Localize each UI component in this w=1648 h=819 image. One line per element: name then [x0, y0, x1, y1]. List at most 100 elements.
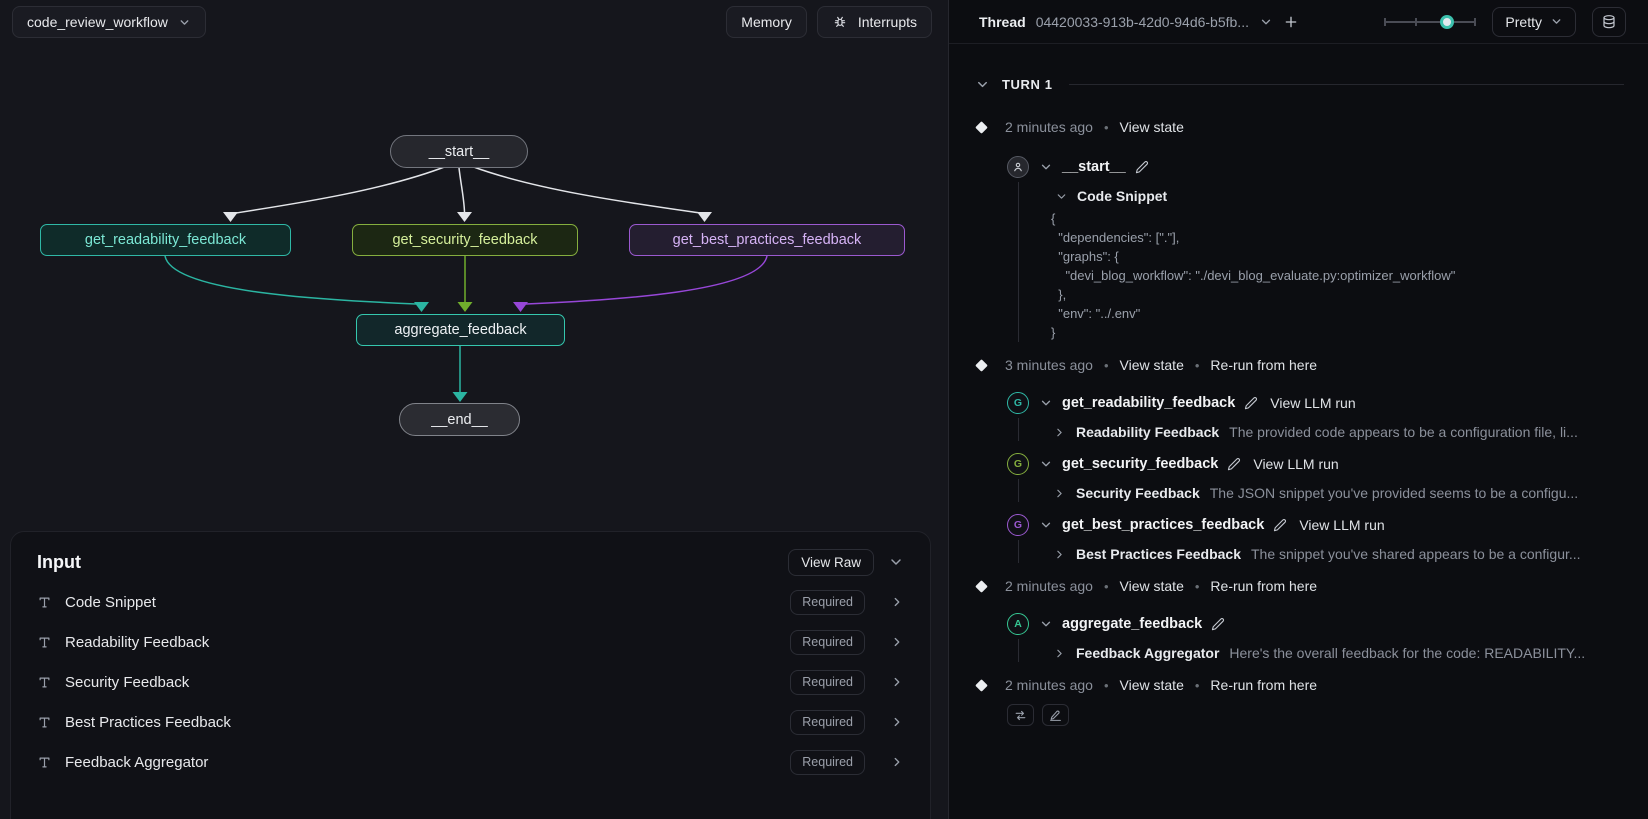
slider-knob[interactable]: [1440, 15, 1454, 29]
pencil-icon[interactable]: [1273, 518, 1287, 532]
code-line: {: [1051, 209, 1624, 228]
chevron-right-icon[interactable]: [1053, 647, 1066, 660]
text-type-icon: [37, 715, 52, 730]
output-preview: The JSON snippet you've provided seems t…: [1210, 485, 1578, 501]
graph-node-best-practices[interactable]: get_best_practices_feedback: [629, 224, 905, 256]
chevron-down-icon[interactable]: [1039, 396, 1053, 410]
required-badge: Required: [790, 750, 865, 775]
rerun-link[interactable]: Re-run from here: [1210, 357, 1317, 373]
new-thread-plus-icon[interactable]: [1283, 14, 1299, 30]
graph-node-start[interactable]: __start__: [390, 135, 528, 168]
output-row[interactable]: Feedback Aggregator Here's the overall f…: [1039, 644, 1624, 662]
output-label: Feedback Aggregator: [1076, 645, 1219, 661]
output-row[interactable]: Best Practices Feedback The snippet you'…: [1039, 545, 1624, 563]
rail-line: [1018, 639, 1019, 662]
graph-node-security[interactable]: get_security_feedback: [352, 224, 578, 256]
chevron-down-icon[interactable]: [1259, 15, 1273, 29]
chevron-down-icon[interactable]: [975, 77, 990, 92]
thread-timeline: TURN 1 2 minutes ago View state: [949, 44, 1648, 726]
edge-start-security: [459, 168, 465, 212]
zoom-slider[interactable]: [1384, 14, 1476, 29]
dot-separator: [1104, 579, 1109, 594]
graph-node-readability[interactable]: get_readability_feedback: [40, 224, 291, 256]
arrowhead: [457, 212, 472, 222]
chevron-down-icon: [1550, 15, 1563, 28]
graph-node-end[interactable]: __end__: [399, 403, 520, 436]
checkpoint-diamond-icon: [975, 580, 988, 593]
view-llm-run-link[interactable]: View LLM run: [1253, 456, 1338, 472]
output-preview: Here's the overall feedback for the code…: [1229, 645, 1585, 661]
format-selector-label: Pretty: [1505, 14, 1542, 30]
chevron-right-icon[interactable]: [890, 755, 904, 769]
view-state-link[interactable]: View state: [1120, 578, 1184, 594]
chevron-right-icon[interactable]: [1053, 426, 1066, 439]
database-button[interactable]: [1592, 7, 1626, 37]
view-llm-run-link[interactable]: View LLM run: [1299, 517, 1384, 533]
pencil-icon[interactable]: [1211, 617, 1225, 631]
field-label: Readability Feedback: [65, 634, 209, 651]
chevron-right-icon[interactable]: [890, 635, 904, 649]
graph-selector-dropdown[interactable]: code_review_workflow: [12, 6, 206, 38]
view-raw-button[interactable]: View Raw: [788, 549, 874, 576]
code-line: "dependencies": ["."],: [1051, 228, 1624, 247]
view-llm-run-link[interactable]: View LLM run: [1270, 395, 1355, 411]
input-field-row-security[interactable]: Security Feedback Required: [37, 662, 904, 702]
interrupts-button[interactable]: Interrupts: [817, 6, 932, 38]
chevron-down-icon[interactable]: [1055, 190, 1068, 203]
section-label: Code Snippet: [1077, 188, 1167, 204]
graph-canvas: code_review_workflow Memory Interrupts: [0, 0, 948, 819]
code-snippet-block: { "dependencies": ["."], "graphs": { "de…: [1039, 209, 1624, 342]
output-row[interactable]: Security Feedback The JSON snippet you'v…: [1039, 484, 1624, 502]
timeline-entry-aggregate: A aggregate_feedback Feed: [975, 613, 1624, 662]
dot-separator: [1104, 120, 1109, 135]
view-state-link[interactable]: View state: [1120, 677, 1184, 693]
chevron-right-icon[interactable]: [890, 595, 904, 609]
thread-bar: Thread 04420033-913b-42d0-94d6-b5fb... P…: [949, 0, 1648, 44]
output-label: Security Feedback: [1076, 485, 1200, 501]
edit-state-button[interactable]: [1042, 704, 1069, 726]
chevron-right-icon[interactable]: [890, 675, 904, 689]
input-field-row-feedback-aggregator[interactable]: Feedback Aggregator Required: [37, 742, 904, 782]
interrupts-button-label: Interrupts: [858, 14, 917, 30]
slider-tick: [1474, 18, 1476, 26]
chevron-right-icon[interactable]: [890, 715, 904, 729]
code-line: "devi_blog_workflow": "./devi_blog_evalu…: [1051, 266, 1624, 285]
rerun-link[interactable]: Re-run from here: [1210, 677, 1317, 693]
memory-button[interactable]: Memory: [726, 6, 807, 38]
timeline-entry-security: G get_security_feedback View LLM run: [975, 453, 1624, 502]
chevron-right-icon[interactable]: [1053, 487, 1066, 500]
pencil-icon[interactable]: [1227, 457, 1241, 471]
checkpoint-time: 2 minutes ago: [1005, 677, 1093, 693]
node-badge: G: [1007, 453, 1029, 475]
view-state-link[interactable]: View state: [1120, 357, 1184, 373]
input-field-row-best-practices[interactable]: Best Practices Feedback Required: [37, 702, 904, 742]
input-field-row-readability[interactable]: Readability Feedback Required: [37, 622, 904, 662]
chevron-right-icon[interactable]: [1053, 548, 1066, 561]
graph-node-aggregate[interactable]: aggregate_feedback: [356, 314, 565, 346]
format-selector-dropdown[interactable]: Pretty: [1492, 7, 1576, 37]
pencil-icon[interactable]: [1244, 396, 1258, 410]
required-badge: Required: [790, 630, 865, 655]
checkpoint-diamond-icon: [975, 679, 988, 692]
panel-collapse-chevron-icon[interactable]: [888, 554, 904, 570]
thread-id[interactable]: 04420033-913b-42d0-94d6-b5fb...: [1036, 14, 1249, 30]
chevron-down-icon[interactable]: [1039, 617, 1053, 631]
person-icon: [1012, 161, 1024, 173]
view-state-link[interactable]: View state: [1120, 119, 1184, 135]
chevron-down-icon[interactable]: [1039, 160, 1053, 174]
database-icon: [1601, 14, 1617, 30]
user-avatar: [1007, 156, 1029, 178]
output-row[interactable]: Readability Feedback The provided code a…: [1039, 423, 1624, 441]
bug-icon: [832, 14, 848, 30]
chevron-down-icon[interactable]: [1039, 457, 1053, 471]
edge-readability-aggregate: [165, 256, 416, 304]
pencil-icon[interactable]: [1135, 160, 1149, 174]
memory-button-label: Memory: [741, 14, 792, 30]
rerun-link[interactable]: Re-run from here: [1210, 578, 1317, 594]
code-line: "graphs": {: [1051, 247, 1624, 266]
input-field-row-code-snippet[interactable]: Code Snippet Required: [37, 582, 904, 622]
arrowhead: [697, 212, 712, 222]
fork-thread-button[interactable]: [1007, 704, 1034, 726]
chevron-down-icon[interactable]: [1039, 518, 1053, 532]
node-badge: A: [1007, 613, 1029, 635]
